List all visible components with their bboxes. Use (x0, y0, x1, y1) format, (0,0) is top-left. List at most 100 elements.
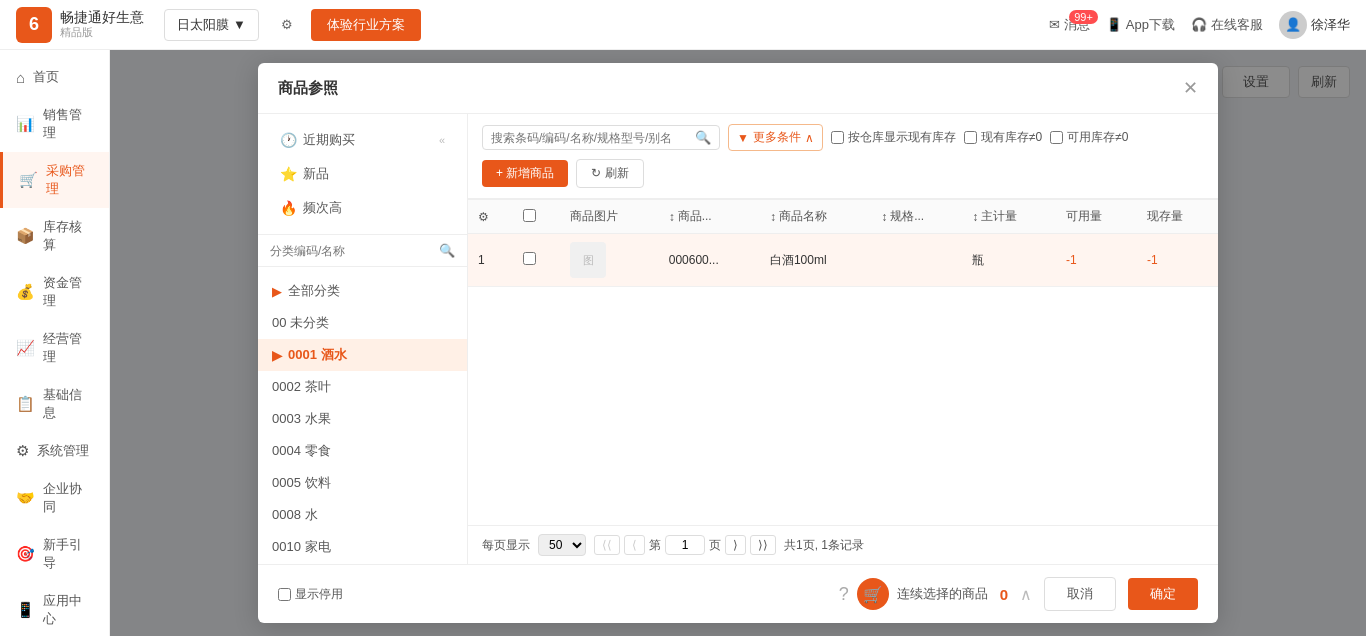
category-item-uncategorized[interactable]: 00 未分类 (258, 307, 467, 339)
category-search-input[interactable] (270, 244, 433, 258)
checkbox-warehouse-stock[interactable]: 按仓库显示现有库存 (831, 129, 956, 146)
fire-icon: 🔥 (280, 200, 297, 216)
product-table-container: ⚙ 商品图片 ↕ 商品... (468, 199, 1218, 525)
sidebar-item-app-center[interactable]: 📱 应用中心 (0, 582, 109, 636)
page-size-select[interactable]: 50 (538, 534, 586, 556)
user-menu[interactable]: 👤 徐泽华 (1279, 11, 1350, 39)
col-code[interactable]: ↕ 商品... (659, 200, 760, 234)
sidebar-inventory-label: 库存核算 (43, 218, 93, 254)
sidebar-item-enterprise[interactable]: 🤝 企业协同 (0, 470, 109, 526)
clock-icon: 🕐 (280, 132, 297, 148)
collapse-cart-icon[interactable]: ∧ (1020, 585, 1032, 604)
category-item-tea[interactable]: 0002 茶叶 (258, 371, 467, 403)
appcenter-icon: 📱 (16, 601, 35, 619)
category-snack-label: 0004 零食 (272, 442, 331, 460)
finance-icon: 💰 (16, 283, 35, 301)
sidebar-item-purchase[interactable]: 🛒 采购管理 (0, 152, 109, 208)
last-page-button[interactable]: ⟩⟩ (750, 535, 776, 555)
col-checkbox[interactable] (513, 200, 561, 234)
sidebar-item-guide[interactable]: 🎯 新手引导 (0, 526, 109, 582)
total-info: 共1页, 1条记录 (784, 537, 864, 554)
more-filters-button[interactable]: ▼ 更多条件 ∧ (728, 124, 823, 151)
row-checkbox[interactable] (523, 252, 536, 265)
left-tabs: 🕐 近期购买 « ⭐ 新品 🔥 频次高 (258, 114, 467, 235)
cell-checkbox[interactable] (513, 234, 561, 287)
star-icon: ⭐ (280, 166, 297, 182)
filter-icon: ▼ (737, 131, 749, 145)
product-table: ⚙ 商品图片 ↕ 商品... (468, 199, 1218, 287)
settings-icon[interactable]: ⚙ (271, 9, 303, 41)
sidebar-item-system[interactable]: ⚙ 系统管理 (0, 432, 109, 470)
select-all-checkbox[interactable] (523, 209, 536, 222)
add-product-button[interactable]: + 新增商品 (482, 160, 568, 187)
cta-button[interactable]: 体验行业方案 (311, 9, 421, 41)
search-icon[interactable]: 🔍 (695, 130, 711, 145)
sidebar-item-inventory[interactable]: 📦 库存核算 (0, 208, 109, 264)
tab-recent-purchase[interactable]: 🕐 近期购买 « (270, 124, 455, 156)
table-row[interactable]: 1 图 000600... 白酒100ml 瓶 (468, 234, 1218, 287)
sidebar-purchase-label: 采购管理 (46, 162, 93, 198)
first-page-button[interactable]: ⟨⟨ (594, 535, 620, 555)
product-reference-modal: 商品参照 ✕ 🕐 近期购买 « ⭐ (258, 63, 1218, 623)
current-stock-checkbox[interactable] (964, 131, 977, 144)
checkbox-available-stock[interactable]: 可用库存≠0 (1050, 129, 1128, 146)
col-settings[interactable]: ⚙ (468, 200, 513, 234)
show-disabled-checkbox-group[interactable]: 显示停用 (278, 586, 343, 603)
prev-page-button[interactable]: ⟨ (624, 535, 645, 555)
sidebar-system-label: 系统管理 (37, 442, 89, 460)
warehouse-stock-checkbox[interactable] (831, 131, 844, 144)
cell-stock: -1 (1137, 234, 1218, 287)
col-unit[interactable]: ↕ 主计量 (962, 200, 1056, 234)
content-area: 查询 设置 刷新 商品参照 ✕ (110, 50, 1366, 636)
cell-available: -1 (1056, 234, 1137, 287)
online-service-button[interactable]: 🎧 在线客服 (1191, 16, 1263, 34)
logo-icon: 6 (16, 7, 52, 43)
system-icon: ⚙ (16, 442, 29, 460)
category-item-fruit[interactable]: 0003 水果 (258, 403, 467, 435)
modal-right-panel: 🔍 ▼ 更多条件 ∧ 按仓库显示现有库存 (468, 114, 1218, 564)
sidebar-item-basic-info[interactable]: 📋 基础信息 (0, 376, 109, 432)
product-search-input[interactable] (491, 131, 691, 145)
sidebar-item-sales[interactable]: 📊 销售管理 (0, 96, 109, 152)
category-item-all[interactable]: ▶ 全部分类 (258, 275, 467, 307)
col-stock[interactable]: 现存量 (1137, 200, 1218, 234)
headset-icon: 🎧 (1191, 17, 1207, 32)
logo-sub: 精品版 (60, 25, 144, 40)
sidebar-item-operations[interactable]: 📈 经营管理 (0, 320, 109, 376)
sidebar-item-finance[interactable]: 💰 资金管理 (0, 264, 109, 320)
tab-frequent[interactable]: 🔥 频次高 (270, 192, 455, 224)
messages-button[interactable]: ✉ 消息 99+ (1049, 16, 1090, 34)
sidebar-item-home[interactable]: ⌂ 首页 (0, 58, 109, 96)
help-icon[interactable]: ? (839, 584, 849, 605)
app-download-button[interactable]: 📱 App下载 (1106, 16, 1175, 34)
category-search-icon[interactable]: 🔍 (439, 243, 455, 258)
next-page-button[interactable]: ⟩ (725, 535, 746, 555)
category-tea-label: 0002 茶叶 (272, 378, 331, 396)
category-item-beverage[interactable]: 0005 饮料 (258, 467, 467, 499)
available-stock-checkbox[interactable] (1050, 131, 1063, 144)
category-item-snack[interactable]: 0004 零食 (258, 435, 467, 467)
page-number-input[interactable] (665, 535, 705, 555)
product-search-box: 🔍 (482, 125, 720, 150)
checkbox-current-stock[interactable]: 现有库存≠0 (964, 129, 1042, 146)
category-item-liquor[interactable]: ▶ 0001 酒水 (258, 339, 467, 371)
col-name[interactable]: ↕ 商品名称 (760, 200, 871, 234)
category-item-water[interactable]: 0008 水 (258, 499, 467, 531)
cancel-button[interactable]: 取消 (1044, 577, 1116, 611)
left-sidebar: ⌂ 首页 📊 销售管理 🛒 采购管理 📦 库存核算 💰 资金管理 📈 经营管理 … (0, 50, 110, 636)
show-disabled-checkbox[interactable] (278, 588, 291, 601)
cart-count: 0 (1000, 586, 1008, 603)
confirm-button[interactable]: 确定 (1128, 578, 1198, 610)
refresh-product-button[interactable]: ↻ 刷新 (576, 159, 643, 188)
tab-new-products[interactable]: ⭐ 新品 (270, 158, 455, 190)
category-beverage-label: 0005 饮料 (272, 474, 331, 492)
nav-selector[interactable]: 日太阳膜 ▼ (164, 9, 259, 41)
cell-spec (871, 234, 962, 287)
category-item-appliances[interactable]: 0010 家电 (258, 531, 467, 563)
col-code-icon: ↕ (669, 210, 675, 224)
col-spec[interactable]: ↕ 规格... (871, 200, 962, 234)
cell-seq: 1 (468, 234, 513, 287)
col-available[interactable]: 可用量 (1056, 200, 1137, 234)
modal-close-button[interactable]: ✕ (1183, 77, 1198, 99)
cart-icon-button[interactable]: 🛒 (857, 578, 889, 610)
